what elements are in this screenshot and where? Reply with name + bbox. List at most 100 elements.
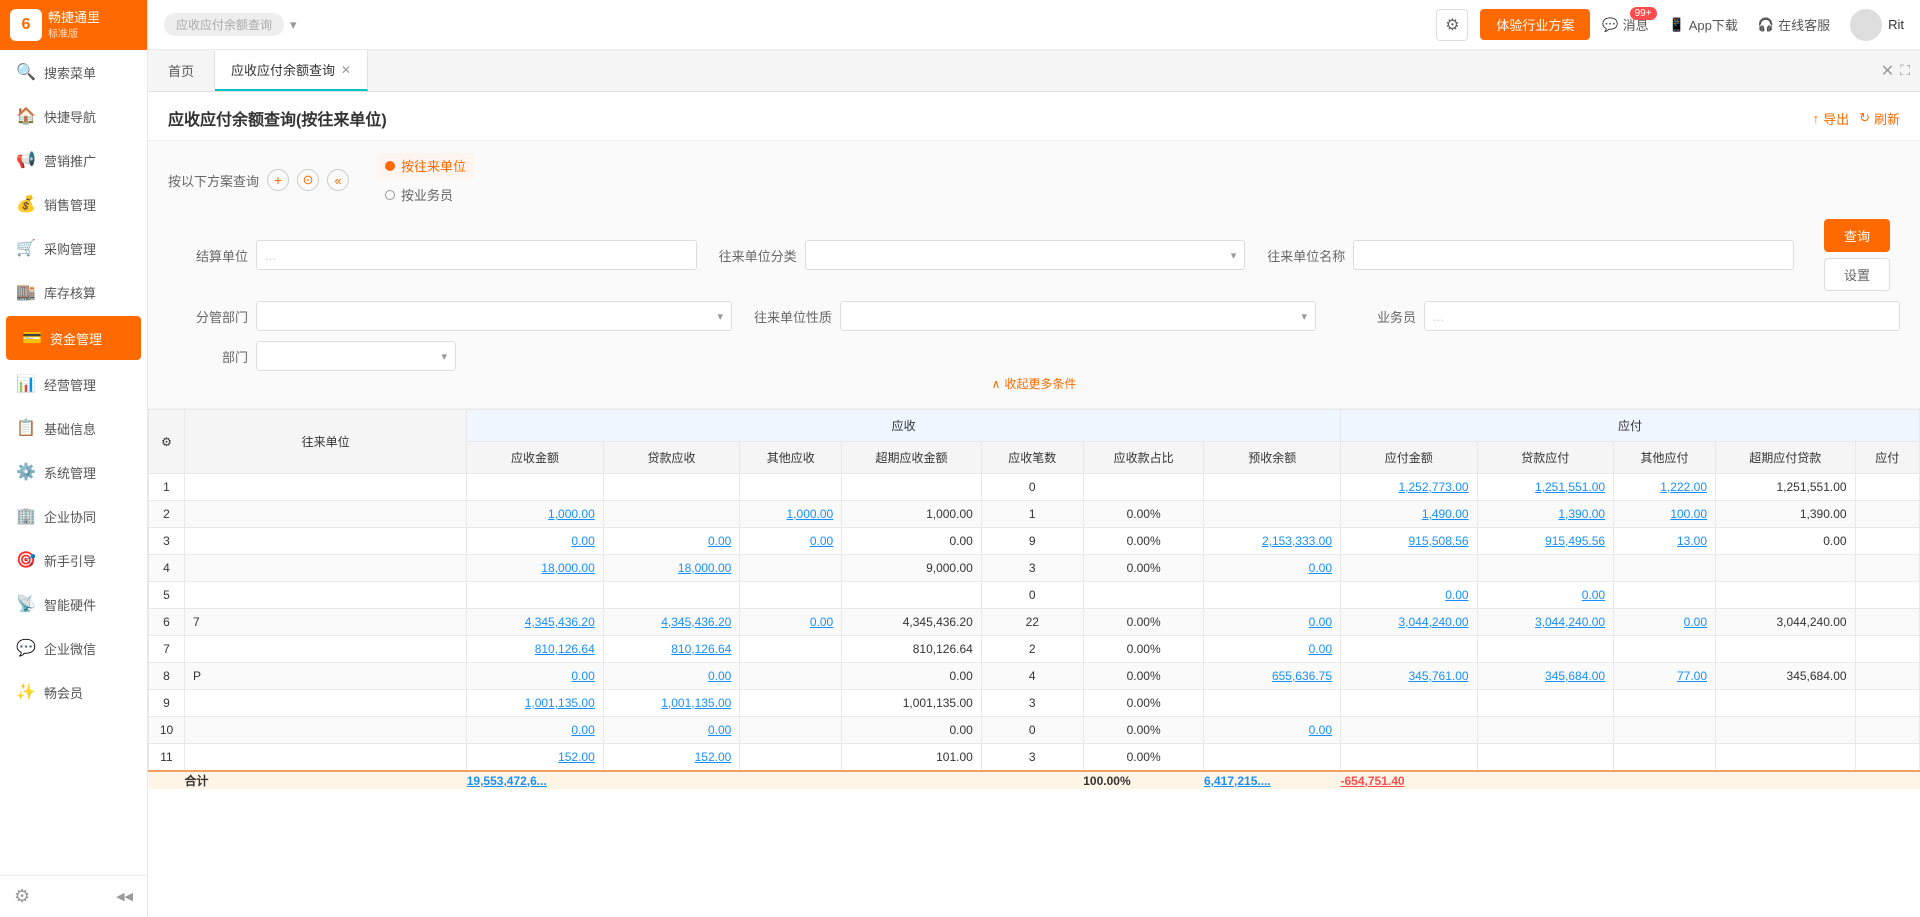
salesman-input[interactable]: ... [1424,301,1900,331]
partner-category-input[interactable]: ▾ [805,240,1246,270]
export-icon: ↑ [1813,111,1820,126]
home-icon: 🏠 [16,106,36,126]
field-partner-nature: 往来单位性质 ▾ [752,301,1316,331]
sidebar-item-operation[interactable]: 📊 经营管理 [0,362,147,406]
search-row-3: 部门 ▾ [168,341,1900,371]
user-area[interactable]: Rit [1850,9,1904,41]
sidebar-item-search[interactable]: 🔍 搜索菜单 [0,50,147,94]
tab-home[interactable]: 首页 [148,51,215,90]
chevron-down-icon-4: ▾ [441,350,447,363]
logo-name: 畅捷通里 [48,10,100,26]
sidebar-item-label: 采购管理 [44,239,96,258]
nav-partner-label: 按往来单位 [401,156,466,175]
sidebar-item-inventory[interactable]: 🏬 库存核算 [0,270,147,314]
nav-by-partner[interactable]: 按往来单位 [377,153,474,178]
sidebar-item-finance[interactable]: 💳 资金管理 [6,316,141,360]
logo-sub: 标准版 [48,25,100,40]
sidebar: 6 畅捷通里 标准版 🔍 搜索菜单 🏠 快捷导航 📢 营销推广 💰 销售管理 🛒… [0,0,148,917]
basic-icon: 📋 [16,418,36,438]
gear-icon: ⚙ [1445,15,1459,35]
sidebar-item-label: 新手引导 [44,551,96,570]
sidebar-item-marketing[interactable]: 📢 营销推广 [0,138,147,182]
tab-bar: 首页 应收应付余额查询 ✕ ✕ ⛶ [148,50,1920,92]
radio-inactive-icon [385,190,395,200]
service-icon: 🎧 [1758,17,1774,33]
sidebar-item-label: 搜索菜单 [44,63,96,82]
service-label: 在线客服 [1778,15,1830,34]
partner-name-input[interactable] [1353,240,1794,270]
sidebar-item-sales[interactable]: 💰 销售管理 [0,182,147,226]
sidebar-item-purchase[interactable]: 🛒 采购管理 [0,226,147,270]
settings-col-header[interactable]: ⚙ [149,410,185,474]
search-row-1: 结算单位 ... 往来单位分类 ▾ [168,219,1900,291]
add-scheme-btn[interactable]: + [267,169,289,191]
tab-home-label: 首页 [168,61,194,80]
footer-ar-amount[interactable]: 19,553,472,6... [467,771,604,789]
sidebar-item-shortcut[interactable]: 🏠 快捷导航 [0,94,147,138]
window-expand-icon[interactable]: ⛶ [1900,62,1910,79]
table-row: 8P0.000.000.0040.00%655,636.75345,761.00… [149,663,1920,690]
set-button[interactable]: 设置 [1824,258,1890,291]
sidebar-item-basic[interactable]: 📋 基础信息 [0,406,147,450]
window-close-icon[interactable]: ✕ [1881,61,1894,81]
ap-other-header: 其他应付 [1614,442,1716,474]
fenguan-input[interactable]: ▾ [256,301,732,331]
footer-ap-amount[interactable]: -654,751.40 [1341,771,1478,789]
page-content: 应收应付余额查询(按往来单位) ↑ 导出 ↻ 刷新 按以下方案查询 + [148,92,1920,917]
ar-group-header: 应收 [467,410,1341,442]
table-row: 418,000.0018,000.009,000.0030.00%0.00 [149,555,1920,582]
search-icon: 🔍 [16,62,36,82]
settings-bottom-icon[interactable]: ⚙ [14,886,30,907]
dept-input[interactable]: ▾ [256,341,456,371]
collapse-more-btn[interactable]: ∧ 收起更多条件 [168,371,1900,396]
tab-close-icon[interactable]: ✕ [341,63,351,77]
app-label: App下载 [1689,15,1738,34]
sidebar-item-enterprise[interactable]: 🏢 企业协同 [0,494,147,538]
export-button[interactable]: ↑ 导出 [1813,109,1850,128]
nav-by-salesman[interactable]: 按业务员 [377,182,474,207]
sidebar-item-label: 销售管理 [44,195,96,214]
collapse-label: 收起更多条件 [1004,375,1076,392]
message-btn[interactable]: 💬 消息 99+ [1602,15,1648,34]
app-download-btn[interactable]: 📱 App下载 [1669,15,1738,34]
data-table-container: ⚙ 往来单位 应收 应付 应收金额 贷款应收 其他应收 超期应收金额 应收笔数 [148,409,1920,917]
table-row: 21,000.001,000.001,000.0010.00%1,490.001… [149,501,1920,528]
sidebar-item-hardware[interactable]: 📡 智能硬件 [0,582,147,626]
chevron-down-icon: ▾ [1231,249,1237,262]
customer-service-btn[interactable]: 🎧 在线客服 [1758,15,1830,34]
query-button[interactable]: 查询 [1824,219,1890,252]
gear-button[interactable]: ⚙ [1436,9,1468,41]
sidebar-item-label: 畅会员 [44,683,83,702]
field-label-partner-name: 往来单位名称 [1265,246,1345,265]
field-label-salesman: 业务员 [1336,307,1416,326]
sidebar-item-member[interactable]: ✨ 畅会员 [0,670,147,714]
field-partner-category: 往来单位分类 ▾ [717,240,1246,270]
chevron-down-icon-2: ▾ [717,310,723,323]
sidebar-item-label: 经营管理 [44,375,96,394]
table-row: 91,001,135.001,001,135.001,001,135.0030.… [149,690,1920,717]
footer-ar-ratio: 100.00% [1083,771,1204,789]
chevron-down-icon[interactable]: ▾ [290,17,297,33]
member-icon: ✨ [16,682,36,702]
refresh-button[interactable]: ↻ 刷新 [1859,109,1900,128]
table-footer-row: 合计 19,553,472,6... 100.00% 6,417,215....… [149,771,1920,789]
nav-salesman-label: 按业务员 [401,185,453,204]
industry-btn[interactable]: 体验行业方案 [1480,9,1590,40]
jiesuan-input[interactable]: ... [256,240,697,270]
sidebar-item-label: 企业协同 [44,507,96,526]
operation-icon: 📊 [16,374,36,394]
tab-arbalance[interactable]: 应收应付余额查询 ✕ [215,50,368,91]
footer-ar-prepay[interactable]: 6,417,215.... [1204,771,1341,789]
chevron-down-icon-3: ▾ [1301,310,1307,323]
scheme-settings-btn[interactable]: ⊙ [297,169,319,191]
partner-nature-input[interactable]: ▾ [840,301,1316,331]
sidebar-item-system[interactable]: ⚙️ 系统管理 [0,450,147,494]
sidebar-item-label: 企业微信 [44,639,96,658]
sidebar-item-guide[interactable]: 🎯 新手引导 [0,538,147,582]
search-header: 按以下方案查询 + ⊙ « 按往来单位 按业务员 [168,153,1900,207]
collapse-sidebar-icon[interactable]: ◀◀ [116,890,133,903]
sidebar-item-wechat[interactable]: 💬 企业微信 [0,626,147,670]
user-name: Rit [1888,17,1904,32]
scheme-collapse-btn[interactable]: « [327,169,349,191]
field-fenguan: 分管部门 ▾ [168,301,732,331]
